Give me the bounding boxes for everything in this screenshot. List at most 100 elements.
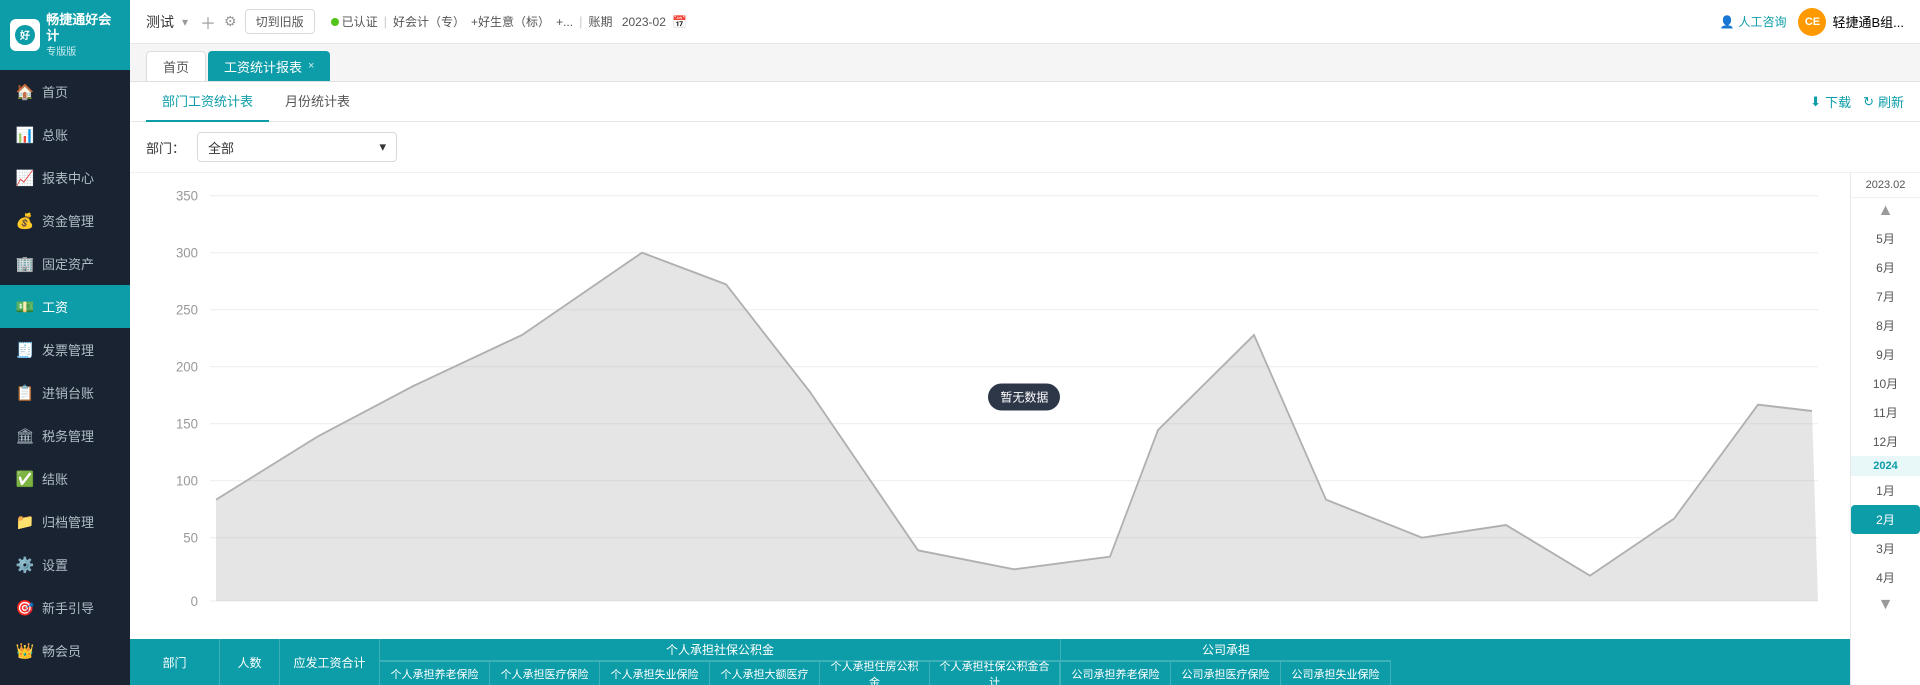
avatar: CE — [1798, 8, 1826, 36]
download-btn[interactable]: ⬇ 下载 — [1810, 92, 1851, 111]
funds-icon: 💰 — [16, 212, 34, 230]
topbar-settings-icon[interactable]: ⚙ — [224, 13, 237, 30]
date-panel-up[interactable]: ▲ — [1851, 198, 1920, 224]
tab-close-icon[interactable]: × — [308, 60, 314, 72]
col-headcount: 人数 — [220, 639, 280, 685]
filter-row: 部门： 全部 ▾ — [130, 122, 1920, 173]
closing-icon: ✅ — [16, 470, 34, 488]
download-icon: ⬇ — [1810, 94, 1821, 110]
subtab-monthly[interactable]: 月份统计表 — [269, 82, 366, 122]
col-personal-total: 个人承担社保公积金合计 — [930, 661, 1060, 685]
badge-certified: 已认证 — [331, 13, 378, 30]
table-header: 部门 人数 应发工资合计 个人承担社保公积金 个人承担养老保险 个人承担医疗保险 — [130, 639, 1850, 685]
date-panel-down[interactable]: ▼ — [1851, 592, 1920, 618]
sidebar-item-salary[interactable]: 💵 工资 — [0, 285, 130, 328]
date-month-3[interactable]: 3月 — [1851, 534, 1920, 563]
dept-select[interactable]: 全部 ▾ — [197, 132, 397, 162]
svg-text:好: 好 — [19, 29, 30, 42]
help-btn[interactable]: 👤 人工咨询 — [1720, 13, 1787, 30]
subtab-dept[interactable]: 部门工资统计表 — [146, 82, 269, 122]
group-company-header: 公司承担 — [1061, 639, 1391, 661]
sidebar-item-tax[interactable]: 🏛 税务管理 — [0, 414, 130, 457]
sidebar-item-label: 结账 — [42, 469, 68, 488]
tabbar: 首页 工资统计报表 × — [130, 44, 1920, 82]
topbar: 测试 ▾ ＋ ⚙ 切到旧版 已认证 | 好会计（专） +好生意（标） +... … — [130, 0, 1920, 44]
y-label-200: 200 — [176, 359, 198, 374]
col-personal-unemployment: 个人承担失业保险 — [600, 661, 710, 685]
tab-salary-report[interactable]: 工资统计报表 × — [208, 51, 330, 81]
date-panel-current: 2023.02 — [1851, 173, 1920, 198]
app-edition: 专版版 — [46, 43, 120, 58]
sidebar-item-label: 畅会员 — [42, 641, 81, 660]
sidebar-item-settings[interactable]: ⚙️ 设置 — [0, 543, 130, 586]
sidebar-item-purchase-sales[interactable]: 📋 进销台账 — [0, 371, 130, 414]
col-group-personal: 个人承担社保公积金 个人承担养老保险 个人承担医疗保险 个人承担失业保险 个人承… — [380, 639, 1061, 685]
topbar-add-button[interactable]: ＋ — [200, 10, 216, 34]
date-month-4[interactable]: 4月 — [1851, 563, 1920, 592]
sidebar-item-closing[interactable]: ✅ 结账 — [0, 457, 130, 500]
sidebar-item-member[interactable]: 👑 畅会员 — [0, 629, 130, 672]
sidebar-nav: 🏠 首页 📊 总账 📈 报表中心 💰 资金管理 🏢 固定资产 💵 工资 🧾 发票… — [0, 70, 130, 685]
date-month-8[interactable]: 8月 — [1851, 311, 1920, 340]
date-year-2024[interactable]: 2024 — [1851, 456, 1920, 476]
content-area: 暂无数据 350 300 250 200 150 — [130, 173, 1920, 685]
salary-icon: 💵 — [16, 298, 34, 316]
sidebar-item-funds[interactable]: 💰 资金管理 — [0, 199, 130, 242]
help-icon: 👤 — [1720, 15, 1735, 29]
tab-home[interactable]: 首页 — [146, 51, 206, 81]
y-label-100: 100 — [176, 473, 198, 488]
sidebar-item-general-ledger[interactable]: 📊 总账 — [0, 113, 130, 156]
date-month-2[interactable]: 2月 — [1851, 505, 1920, 534]
date-month-1[interactable]: 1月 — [1851, 476, 1920, 505]
sidebar-item-label: 报表中心 — [42, 168, 94, 187]
member-icon: 👑 — [16, 642, 34, 660]
col-total-salary: 应发工资合计 — [280, 639, 380, 685]
date-month-7[interactable]: 7月 — [1851, 282, 1920, 311]
sidebar-item-label: 首页 — [42, 82, 68, 101]
sidebar-item-archive[interactable]: 📁 归档管理 — [0, 500, 130, 543]
sidebar-item-reports[interactable]: 📈 报表中心 — [0, 156, 130, 199]
dept-filter-label: 部门： — [146, 138, 185, 157]
select-chevron-icon: ▾ — [379, 139, 386, 155]
topbar-dropdown-arrow[interactable]: ▾ — [182, 15, 188, 29]
col-personal-major-medical: 个人承担大额医疗 — [710, 661, 820, 685]
chart-section: 暂无数据 350 300 250 200 150 — [130, 173, 1850, 685]
date-month-5[interactable]: 5月 — [1851, 224, 1920, 253]
sidebar-item-fixed-assets[interactable]: 🏢 固定资产 — [0, 242, 130, 285]
guide-icon: 🎯 — [16, 599, 34, 617]
settings-icon: ⚙️ — [16, 556, 34, 574]
sidebar-item-guide[interactable]: 🎯 新手引导 — [0, 586, 130, 629]
col-personal-housing-fund: 个人承担住房公积金 — [820, 661, 930, 685]
date-month-10[interactable]: 10月 — [1851, 369, 1920, 398]
date-month-9[interactable]: 9月 — [1851, 340, 1920, 369]
app-logo-icon: 好 — [10, 19, 40, 51]
subtabs: 部门工资统计表 月份统计表 ⬇ 下载 ↻ 刷新 — [130, 82, 1920, 122]
refresh-btn[interactable]: ↻ 刷新 — [1863, 92, 1904, 111]
sidebar-item-label: 新手引导 — [42, 598, 94, 617]
badge-good-accounting: 好会计（专） — [393, 13, 465, 30]
sidebar-item-label: 进销台账 — [42, 383, 94, 402]
sidebar-item-label: 归档管理 — [42, 512, 94, 531]
topbar-right: 👤 人工咨询 CE 轻捷通B组... — [1720, 8, 1904, 36]
invoice-icon: 🧾 — [16, 341, 34, 359]
sidebar-logo: 好 畅捷通好会计 专版版 — [0, 0, 130, 70]
date-month-11[interactable]: 11月 — [1851, 398, 1920, 427]
sidebar-item-label: 设置 — [42, 555, 68, 574]
sidebar-item-label: 工资 — [42, 297, 68, 316]
switch-to-old-btn[interactable]: 切到旧版 — [245, 9, 315, 34]
sidebar-item-invoice[interactable]: 🧾 发票管理 — [0, 328, 130, 371]
sidebar-item-home[interactable]: 🏠 首页 — [0, 70, 130, 113]
y-label-0: 0 — [191, 594, 199, 609]
topbar-badges: 已认证 | 好会计（专） +好生意（标） +... | 账期 2023-02 📅 — [331, 13, 1712, 30]
user-menu[interactable]: CE 轻捷通B组... — [1798, 8, 1904, 36]
reports-icon: 📈 — [16, 169, 34, 187]
tax-icon: 🏛 — [16, 427, 34, 445]
chart-container: 暂无数据 350 300 250 200 150 — [130, 173, 1850, 639]
date-month-6[interactable]: 6月 — [1851, 253, 1920, 282]
y-label-50: 50 — [183, 530, 198, 545]
date-panel: 2023.02 ▲ 5月 6月 7月 8月 9月 10月 11月 12月 202… — [1850, 173, 1920, 685]
y-label-150: 150 — [176, 416, 198, 431]
col-personal-pension: 个人承担养老保险 — [380, 661, 490, 685]
chart-area-fill — [216, 253, 1818, 601]
date-month-12[interactable]: 12月 — [1851, 427, 1920, 456]
